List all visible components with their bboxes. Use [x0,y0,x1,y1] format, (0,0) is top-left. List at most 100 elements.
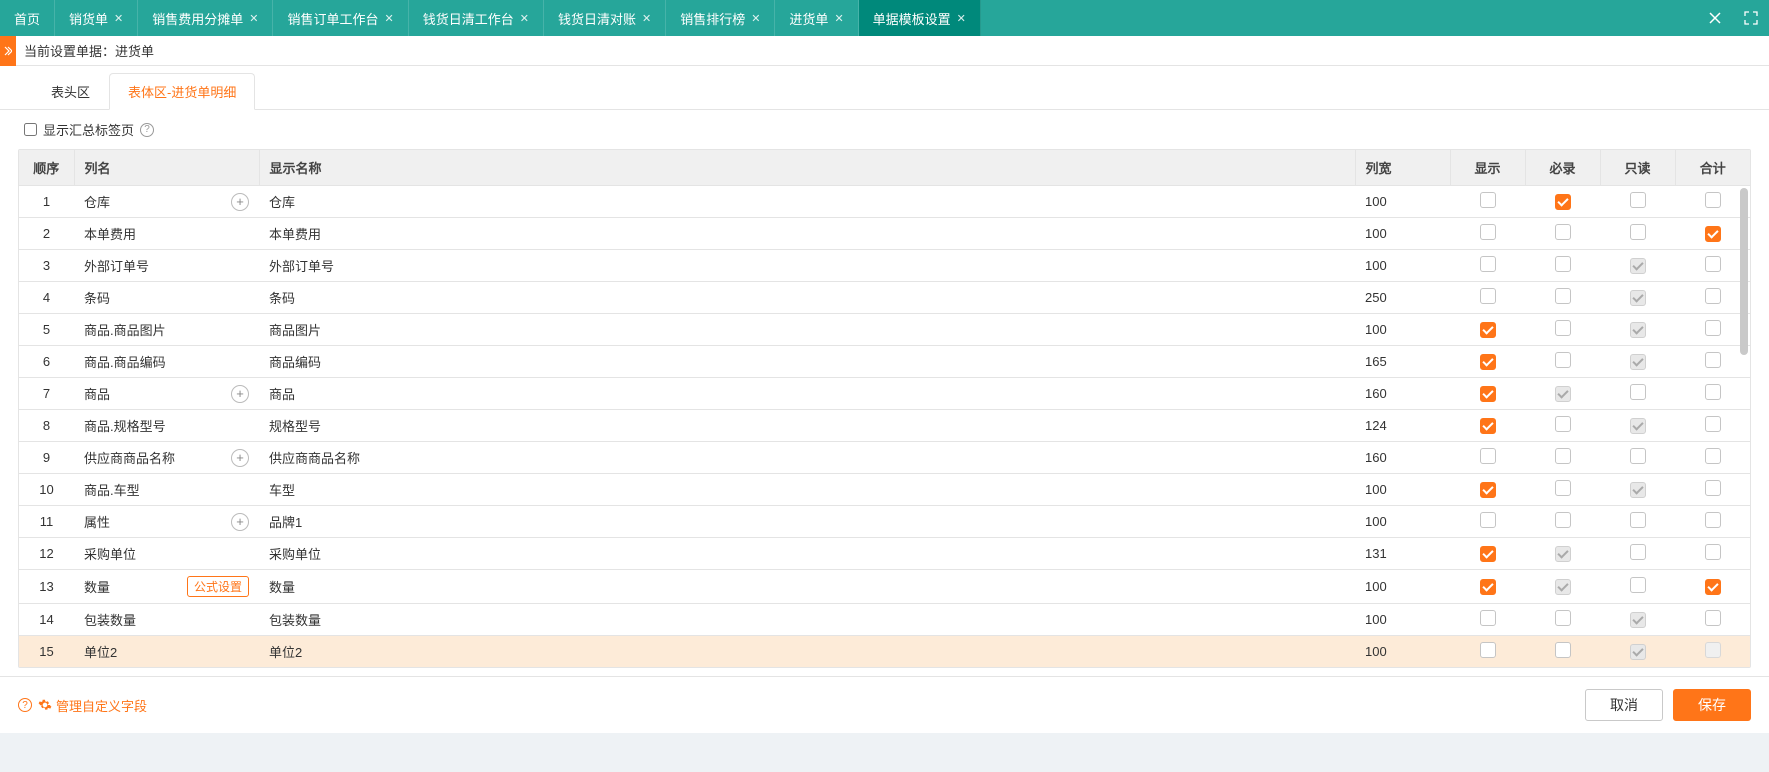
top-tab[interactable]: 销售费用分摊单✕ [138,0,273,36]
checkbox[interactable] [1480,288,1496,304]
cell-display[interactable]: 车型 [259,474,1355,506]
checkbox[interactable] [1705,352,1721,368]
top-tab[interactable]: 进货单✕ [775,0,858,36]
checkbox[interactable] [1480,192,1496,208]
checkbox[interactable] [1480,448,1496,464]
top-tab[interactable]: 钱货日清工作台✕ [409,0,544,36]
checkbox[interactable] [1555,256,1571,272]
checkbox[interactable] [1705,416,1721,432]
cell-width[interactable]: 160 [1355,442,1450,474]
cell-width[interactable]: 100 [1355,250,1450,282]
close-icon[interactable]: ✕ [751,12,760,25]
checkbox[interactable] [1705,256,1721,272]
checkbox[interactable] [1480,354,1496,370]
show-summary-checkbox[interactable]: 显示汇总标签页 [20,120,134,139]
checkbox[interactable] [1705,288,1721,304]
close-icon[interactable]: ✕ [957,12,966,25]
cell-display[interactable]: 供应商商品名称 [259,442,1355,474]
checkbox[interactable] [1555,448,1571,464]
close-icon[interactable]: ✕ [249,12,258,25]
checkbox[interactable] [1555,512,1571,528]
checkbox[interactable] [1630,512,1646,528]
help-icon[interactable]: ? [140,123,154,137]
checkbox[interactable] [1705,512,1721,528]
cell-width[interactable]: 124 [1355,410,1450,442]
cell-width[interactable]: 100 [1355,506,1450,538]
cell-display[interactable]: 本单费用 [259,218,1355,250]
checkbox[interactable] [1555,224,1571,240]
checkbox[interactable] [1555,194,1571,210]
checkbox[interactable] [1555,610,1571,626]
inner-tab[interactable]: 表体区-进货单明细 [109,73,255,110]
formula-button[interactable]: 公式设置 [187,576,249,597]
top-tab[interactable]: 钱货日清对账✕ [544,0,666,36]
checkbox[interactable] [1555,642,1571,658]
cell-display[interactable]: 外部订单号 [259,250,1355,282]
cell-width[interactable]: 131 [1355,538,1450,570]
checkbox[interactable] [1555,416,1571,432]
checkbox[interactable] [1480,224,1496,240]
checkbox[interactable] [1555,288,1571,304]
cell-width[interactable]: 250 [1355,282,1450,314]
checkbox[interactable] [1705,226,1721,242]
fullscreen-icon[interactable] [1733,0,1769,36]
checkbox[interactable] [1630,448,1646,464]
cell-width[interactable]: 100 [1355,604,1450,636]
add-icon[interactable]: + [231,193,249,211]
checkbox[interactable] [1555,320,1571,336]
top-tab[interactable]: 单据模板设置✕ [859,0,981,36]
checkbox[interactable] [1480,418,1496,434]
add-icon[interactable]: + [231,385,249,403]
cell-width[interactable]: 100 [1355,570,1450,604]
cell-display[interactable]: 品牌1 [259,506,1355,538]
checkbox[interactable] [1705,480,1721,496]
close-icon[interactable]: ✕ [834,12,843,25]
cell-display[interactable]: 采购单位 [259,538,1355,570]
checkbox[interactable] [1705,579,1721,595]
cell-display[interactable]: 单位2 [259,636,1355,668]
cell-display[interactable]: 仓库 [259,186,1355,218]
checkbox[interactable] [1555,352,1571,368]
checkbox[interactable] [1630,577,1646,593]
cell-display[interactable]: 数量 [259,570,1355,604]
checkbox[interactable] [1705,610,1721,626]
checkbox[interactable] [1630,544,1646,560]
add-icon[interactable]: + [231,449,249,467]
checkbox[interactable] [1705,192,1721,208]
checkbox[interactable] [1480,322,1496,338]
save-button[interactable]: 保存 [1673,689,1751,721]
checkbox[interactable] [1555,480,1571,496]
top-tab[interactable]: 销售订单工作台✕ [273,0,408,36]
manage-custom-fields-link[interactable]: 管理自定义字段 [56,696,147,715]
cell-width[interactable]: 100 [1355,474,1450,506]
cell-width[interactable]: 100 [1355,186,1450,218]
scrollbar[interactable] [1740,188,1748,665]
cell-display[interactable]: 商品编码 [259,346,1355,378]
checkbox[interactable] [1480,642,1496,658]
close-icon[interactable]: ✕ [385,12,394,25]
close-icon[interactable]: ✕ [642,12,651,25]
top-tab[interactable]: 首页 [0,0,55,36]
checkbox[interactable] [1705,384,1721,400]
footer-help-icon[interactable]: ? [18,698,32,712]
cancel-button[interactable]: 取消 [1585,689,1663,721]
cell-display[interactable]: 条码 [259,282,1355,314]
checkbox[interactable] [1705,544,1721,560]
top-tab[interactable]: 销售排行榜✕ [666,0,775,36]
checkbox[interactable] [1480,386,1496,402]
checkbox[interactable] [1480,546,1496,562]
close-all-icon[interactable] [1697,0,1733,36]
checkbox[interactable] [1630,224,1646,240]
checkbox[interactable] [1480,579,1496,595]
add-icon[interactable]: + [231,513,249,531]
cell-width[interactable]: 100 [1355,636,1450,668]
checkbox[interactable] [1480,256,1496,272]
cell-width[interactable]: 160 [1355,378,1450,410]
checkbox[interactable] [1705,448,1721,464]
cell-width[interactable]: 100 [1355,314,1450,346]
panel-toggle-icon[interactable] [0,36,16,66]
cell-display[interactable]: 商品图片 [259,314,1355,346]
cell-display[interactable]: 包装数量 [259,604,1355,636]
checkbox[interactable] [1480,610,1496,626]
cell-width[interactable]: 100 [1355,218,1450,250]
